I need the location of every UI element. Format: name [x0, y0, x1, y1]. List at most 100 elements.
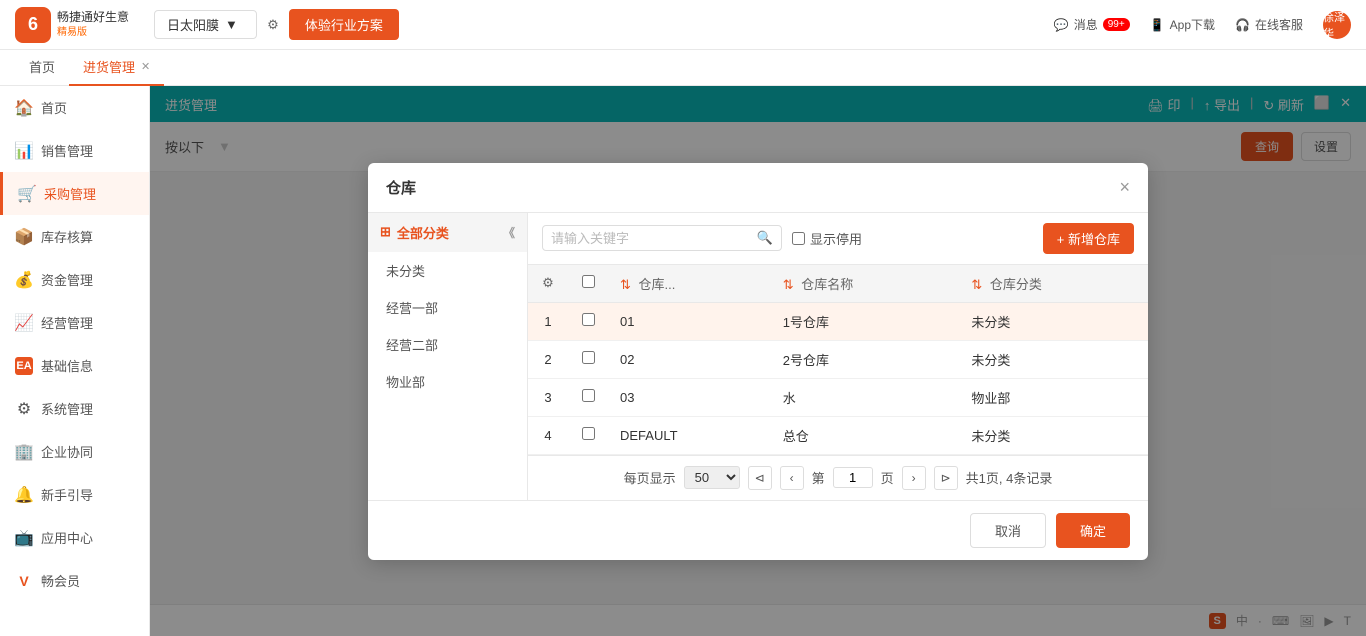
- sort-icon-category: ⇅: [971, 277, 982, 292]
- category-item-operations1[interactable]: 经营一部: [368, 289, 527, 326]
- col-category[interactable]: ⇅ 仓库分类: [959, 265, 1148, 303]
- message-badge: 99+: [1103, 18, 1130, 31]
- sidebar-item-inventory[interactable]: 📦 库存核算: [0, 215, 149, 258]
- table-row[interactable]: 3 03 水 物业部: [528, 378, 1148, 416]
- row-checkbox-cell[interactable]: [568, 416, 608, 454]
- row-checkbox-cell[interactable]: [568, 378, 608, 416]
- sidebar-item-operations[interactable]: 📈 经营管理: [0, 301, 149, 344]
- per-page-select[interactable]: 50 10 20 100: [684, 466, 740, 489]
- category-item-uncategorized[interactable]: 未分类: [368, 252, 527, 289]
- row-checkbox-cell[interactable]: [568, 302, 608, 340]
- sidebar-item-finance[interactable]: 💰 资金管理: [0, 258, 149, 301]
- row-code: 01: [608, 302, 771, 340]
- first-page-button[interactable]: ⊲: [748, 466, 772, 490]
- page-number-input[interactable]: [833, 467, 873, 488]
- category-item-operations2[interactable]: 经营二部: [368, 326, 527, 363]
- tab-home[interactable]: 首页: [15, 50, 69, 86]
- cancel-button[interactable]: 取消: [970, 513, 1046, 548]
- grid-icon: ⊞: [380, 224, 391, 240]
- row-code: DEFAULT: [608, 416, 771, 454]
- row-checkbox[interactable]: [582, 427, 595, 440]
- app-download-button[interactable]: 📱 App下载: [1150, 16, 1215, 33]
- show-disabled-label[interactable]: 显示停用: [792, 229, 862, 248]
- sales-icon: 📊: [15, 142, 33, 160]
- system-icon: ⚙: [15, 400, 33, 418]
- table-header-row: ⚙ ⇅ 仓库...: [528, 265, 1148, 303]
- members-icon: V: [15, 572, 33, 590]
- modal-header: 仓库 ×: [368, 163, 1148, 213]
- store-selector[interactable]: 日太阳膜 ▼: [154, 10, 257, 39]
- sidebar-item-system[interactable]: ⚙ 系统管理: [0, 387, 149, 430]
- headset-icon: 🎧: [1235, 18, 1250, 32]
- row-checkbox[interactable]: [582, 389, 595, 402]
- modal-overlay: 仓库 × ⊞ 全部分类 《 未分类 经营一部 经营二部: [150, 86, 1366, 636]
- sort-icon-code: ⇅: [620, 277, 631, 292]
- last-page-button[interactable]: ⊳: [934, 466, 958, 490]
- collapse-panel-button[interactable]: 《: [503, 224, 515, 241]
- select-all-checkbox[interactable]: [582, 275, 595, 288]
- message-icon: 💬: [1054, 18, 1069, 32]
- add-warehouse-button[interactable]: + 新增仓库: [1043, 223, 1134, 254]
- tab-purchase[interactable]: 进货管理 ✕: [69, 50, 164, 86]
- operations-icon: 📈: [15, 314, 33, 332]
- sidebar-item-basic-info[interactable]: EA 基础信息: [0, 344, 149, 387]
- logo-icon: 6: [15, 7, 51, 43]
- row-checkbox[interactable]: [582, 313, 595, 326]
- sidebar-item-home[interactable]: 🏠 首页: [0, 86, 149, 129]
- row-name: 2号仓库: [771, 340, 960, 378]
- col-code[interactable]: ⇅ 仓库...: [608, 265, 771, 303]
- avatar: 徐泽华: [1323, 11, 1351, 39]
- header-actions: 💬 消息 99+ 📱 App下载 🎧 在线客服 徐泽华: [1054, 11, 1351, 39]
- content-area: 进货管理 🖨 印 | ↑ 导出 | ↻ 刷新 ⬜ ✕ 按以下 ▼ 查询 设置: [150, 86, 1366, 636]
- search-input[interactable]: [551, 231, 751, 246]
- app-icon: 📱: [1150, 18, 1165, 32]
- category-item-property[interactable]: 物业部: [368, 363, 527, 400]
- show-disabled-checkbox[interactable]: [792, 232, 805, 245]
- nav-tabs: 首页 进货管理 ✕: [0, 50, 1366, 86]
- row-checkbox-cell[interactable]: [568, 340, 608, 378]
- messages-button[interactable]: 💬 消息 99+: [1054, 16, 1130, 33]
- search-icon: 🔍: [757, 230, 773, 246]
- modal-close-button[interactable]: ×: [1119, 178, 1130, 196]
- row-index: 2: [528, 340, 568, 378]
- sort-icon-name: ⇅: [783, 277, 794, 292]
- sidebar-item-purchase[interactable]: 🛒 采购管理: [0, 172, 149, 215]
- col-checkbox: [568, 265, 608, 303]
- row-code: 03: [608, 378, 771, 416]
- app-logo: 6 畅捷通好生意 精易版: [15, 7, 129, 43]
- row-category: 未分类: [959, 340, 1148, 378]
- modal-title: 仓库: [386, 177, 416, 198]
- sidebar-item-enterprise[interactable]: 🏢 企业协同: [0, 430, 149, 473]
- tab-close-icon[interactable]: ✕: [141, 60, 150, 73]
- col-name[interactable]: ⇅ 仓库名称: [771, 265, 960, 303]
- sidebar-item-guide[interactable]: 🔔 新手引导: [0, 473, 149, 516]
- try-industry-button[interactable]: 体验行业方案: [289, 9, 399, 40]
- row-index: 3: [528, 378, 568, 416]
- inventory-icon: 📦: [15, 228, 33, 246]
- row-category: 物业部: [959, 378, 1148, 416]
- prev-page-button[interactable]: ‹: [780, 466, 804, 490]
- table-row[interactable]: 1 01 1号仓库 未分类: [528, 302, 1148, 340]
- sidebar-item-apps[interactable]: 📺 应用中心: [0, 516, 149, 559]
- purchase-icon: 🛒: [18, 185, 36, 203]
- row-checkbox[interactable]: [582, 351, 595, 364]
- table-row[interactable]: 4 DEFAULT 总仓 未分类: [528, 416, 1148, 454]
- category-panel: ⊞ 全部分类 《 未分类 经营一部 经营二部 物业部: [368, 213, 528, 500]
- brand-text: 畅捷通好生意 精易版: [57, 10, 129, 39]
- modal-body: ⊞ 全部分类 《 未分类 经营一部 经营二部 物业部: [368, 213, 1148, 500]
- sidebar-item-members[interactable]: V 畅会员: [0, 559, 149, 602]
- settings-button[interactable]: ⚙: [257, 9, 289, 41]
- row-name: 总仓: [771, 416, 960, 454]
- col-settings: ⚙: [528, 265, 568, 303]
- sidebar-item-sales[interactable]: 📊 销售管理: [0, 129, 149, 172]
- guide-icon: 🔔: [15, 486, 33, 504]
- next-page-button[interactable]: ›: [902, 466, 926, 490]
- confirm-button[interactable]: 确定: [1056, 513, 1130, 548]
- table-panel: 🔍 显示停用 + 新增仓库: [528, 213, 1148, 500]
- table-container: ⚙ ⇅ 仓库...: [528, 265, 1148, 455]
- user-profile[interactable]: 徐泽华: [1323, 11, 1351, 39]
- table-row[interactable]: 2 02 2号仓库 未分类: [528, 340, 1148, 378]
- warehouse-table: ⚙ ⇅ 仓库...: [528, 265, 1148, 455]
- online-service-button[interactable]: 🎧 在线客服: [1235, 16, 1303, 33]
- row-name: 水: [771, 378, 960, 416]
